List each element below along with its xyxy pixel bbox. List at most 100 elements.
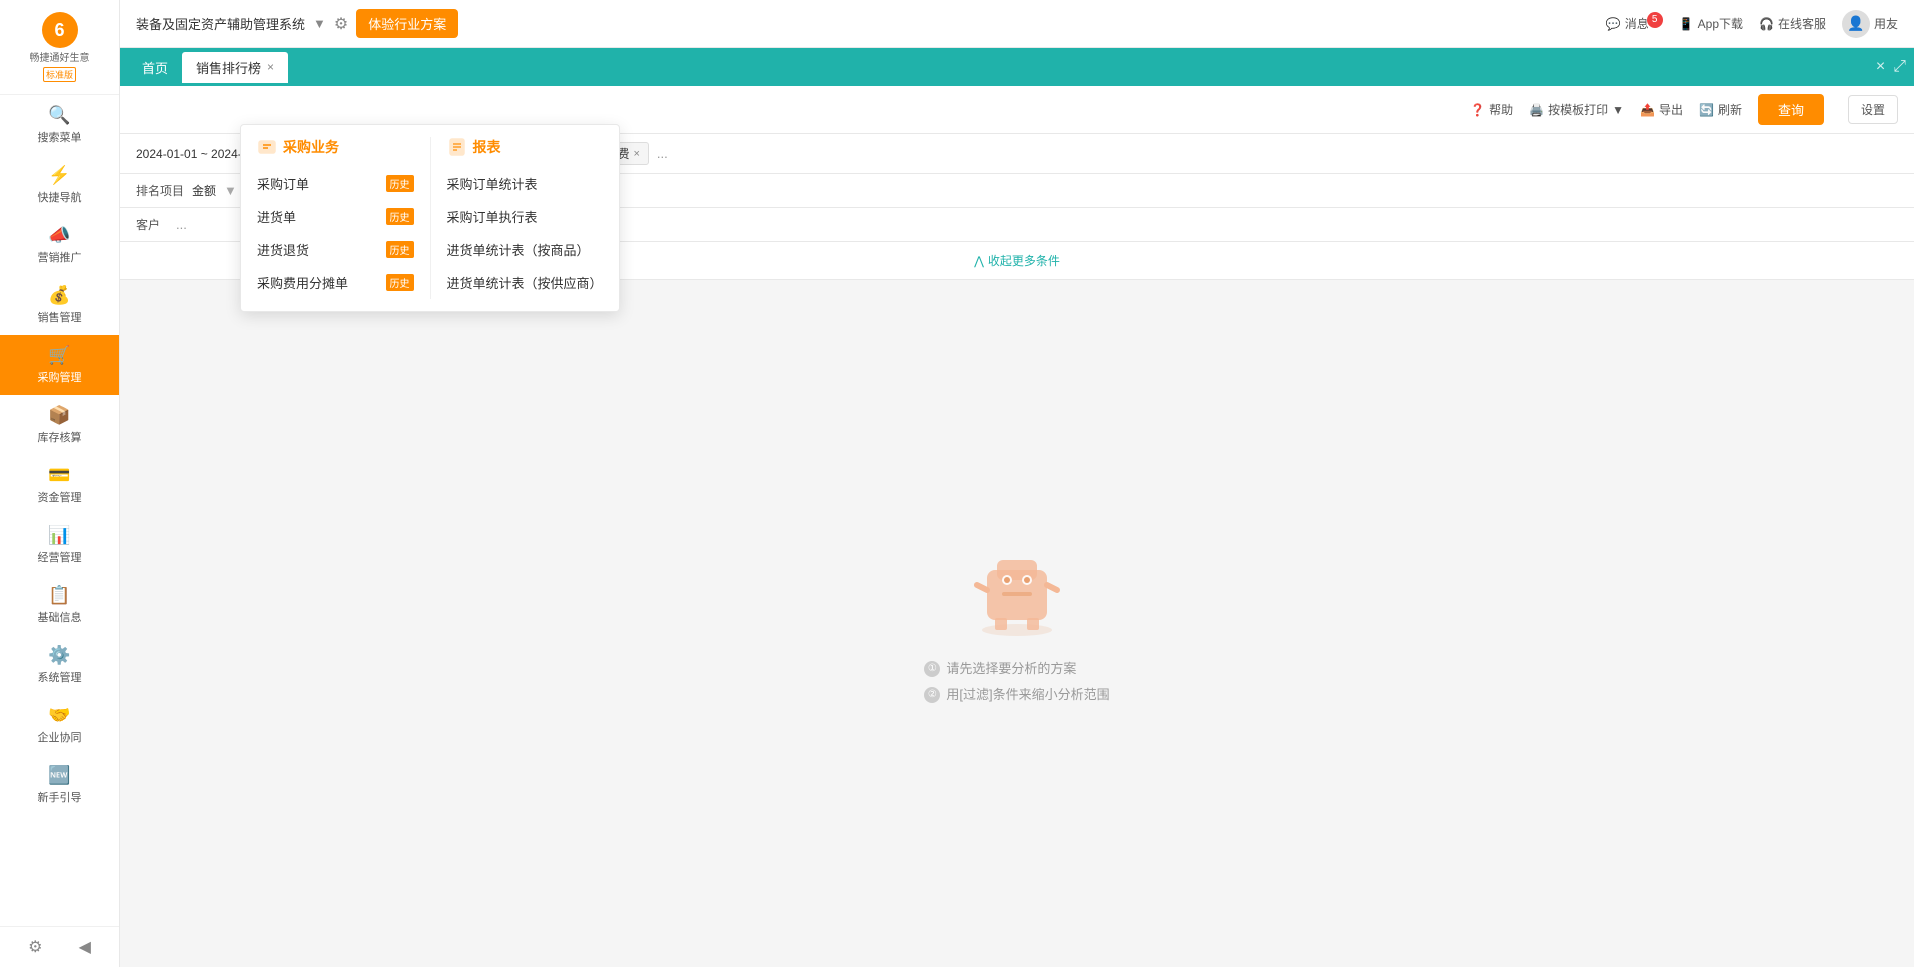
dropdown-title-purchase-label: 采购业务 bbox=[283, 137, 339, 157]
refresh-btn[interactable]: 🔄 刷新 bbox=[1699, 101, 1742, 118]
window-expand-icon[interactable]: ⤢ bbox=[1893, 58, 1906, 76]
inventory-icon: 📦 bbox=[48, 405, 70, 426]
content-area: ❓ 帮助 🖨️ 按模板打印 ▼ 📤 导出 🔄 刷新 查询 设置 bbox=[120, 86, 1914, 967]
tab-sales-rank[interactable]: 销售排行榜 × bbox=[182, 52, 288, 83]
empty-hint-2: ② 用[过滤]条件来缩小分析范围 bbox=[924, 682, 1109, 708]
hint-num-1: ① bbox=[924, 661, 940, 677]
dropdown-item-inbound-goods[interactable]: 进货单统计表（按商品） bbox=[443, 233, 608, 266]
sidebar-footer: ⚙ ◀ bbox=[0, 926, 119, 967]
headset-icon: 🎧 bbox=[1759, 17, 1774, 31]
dropdown-item-inbound-supplier[interactable]: 进货单统计表（按供应商） bbox=[443, 266, 608, 299]
empty-hints: ① 请先选择要分析的方案 ② 用[过滤]条件来缩小分析范围 bbox=[924, 656, 1109, 708]
sales-icon: 💰 bbox=[48, 285, 70, 306]
dropdown-item-order-stat[interactable]: 采购订单统计表 bbox=[443, 167, 608, 200]
header-left: 装备及固定资产辅助管理系统 ▼ ⚙ 体验行业方案 bbox=[136, 9, 458, 38]
hint-num-2: ② bbox=[924, 687, 940, 703]
tab-close-icon[interactable]: × bbox=[267, 60, 274, 74]
sidebar-item-system[interactable]: ⚙️ 系统管理 bbox=[0, 635, 119, 695]
hint-text-2: 用[过滤]条件来缩小分析范围 bbox=[946, 682, 1109, 708]
message-icon: 💬 bbox=[1606, 17, 1621, 31]
sidebar-item-operation[interactable]: 📊 经营管理 bbox=[0, 515, 119, 575]
tab-bar: 首页 销售排行榜 × × ⤢ bbox=[120, 48, 1914, 86]
empty-state: ① 请先选择要分析的方案 ② 用[过滤]条件来缩小分析范围 bbox=[120, 280, 1914, 967]
sidebar-label-guide: 新手引导 bbox=[38, 789, 82, 805]
logo-badge: 标准版 bbox=[43, 67, 76, 82]
goods-tag-close[interactable]: × bbox=[633, 148, 639, 160]
customer-more[interactable]: ... bbox=[176, 217, 187, 232]
export-btn[interactable]: 📤 导出 bbox=[1640, 101, 1683, 118]
template-print-label: 按模板打印 bbox=[1548, 101, 1608, 118]
logo-icon: 6 bbox=[42, 12, 78, 48]
sidebar-item-marketing[interactable]: 📣 营销推广 bbox=[0, 215, 119, 275]
dropdown-title-report-label: 报表 bbox=[473, 137, 501, 157]
sidebar-item-purchase[interactable]: 🛒 采购管理 bbox=[0, 335, 119, 395]
customer-label: 客户 bbox=[136, 216, 160, 233]
user-btn[interactable]: 👤 用友 bbox=[1842, 10, 1898, 38]
sidebar-item-inventory[interactable]: 📦 库存核算 bbox=[0, 395, 119, 455]
setting-button[interactable]: 设置 bbox=[1848, 95, 1898, 124]
dropdown-item-return[interactable]: 进货退货 历史 bbox=[253, 233, 418, 266]
query-button[interactable]: 查询 bbox=[1758, 94, 1824, 125]
sidebar-label-operation: 经营管理 bbox=[38, 549, 82, 565]
dropdown-title-purchase: 采购业务 bbox=[253, 137, 418, 157]
sidebar-item-sales[interactable]: 💰 销售管理 bbox=[0, 275, 119, 335]
collapse-up-icon: ⋀ bbox=[974, 254, 984, 268]
dropdown-item-inbound[interactable]: 进货单 历史 bbox=[253, 200, 418, 233]
ranking-dropdown-icon[interactable]: ▼ bbox=[224, 183, 237, 198]
header-actions: 💬 消息 5 📱 App下载 🎧 在线客服 👤 用友 bbox=[1606, 10, 1898, 38]
dropdown-item-purchase-order[interactable]: 采购订单 历史 bbox=[253, 167, 418, 200]
sidebar-item-basic[interactable]: 📋 基础信息 bbox=[0, 575, 119, 635]
dropdown-menu: 采购业务 采购订单 历史 进货单 历史 进货退货 历史 bbox=[240, 124, 620, 312]
sidebar-item-search[interactable]: 🔍 搜索菜单 bbox=[0, 95, 119, 155]
export-icon: 📤 bbox=[1640, 103, 1655, 117]
help-btn[interactable]: ❓ 帮助 bbox=[1470, 101, 1513, 118]
window-close-icon[interactable]: × bbox=[1876, 58, 1885, 76]
industry-btn[interactable]: 体验行业方案 bbox=[356, 9, 458, 38]
quicknav-icon: ⚡ bbox=[48, 165, 70, 186]
settings-icon[interactable]: ⚙ bbox=[334, 14, 348, 34]
collapse-sidebar-btn[interactable]: ◀ bbox=[79, 937, 91, 957]
marketing-icon: 📣 bbox=[48, 225, 70, 246]
help-label: 帮助 bbox=[1489, 101, 1513, 118]
phone-icon: 📱 bbox=[1679, 17, 1694, 31]
avatar: 👤 bbox=[1842, 10, 1870, 38]
online-service-btn[interactable]: 🎧 在线客服 bbox=[1759, 15, 1826, 32]
help-icon: ❓ bbox=[1470, 103, 1485, 117]
sidebar-item-cooperation[interactable]: 🤝 企业协同 bbox=[0, 695, 119, 755]
message-badge: 5 bbox=[1647, 12, 1663, 28]
sidebar-label-cooperation: 企业协同 bbox=[38, 729, 82, 745]
template-print-btn[interactable]: 🖨️ 按模板打印 ▼ bbox=[1529, 101, 1624, 118]
dropdown-item-expense[interactable]: 采购费用分摊单 历史 bbox=[253, 266, 418, 299]
app-download-btn[interactable]: 📱 App下载 bbox=[1679, 15, 1743, 32]
ranking-value: 金额 bbox=[192, 182, 216, 199]
tab-home[interactable]: 首页 bbox=[128, 52, 182, 83]
sidebar-item-guide[interactable]: 🆕 新手引导 bbox=[0, 755, 119, 815]
guide-icon: 🆕 bbox=[48, 765, 70, 786]
dropdown-arrow-icon[interactable]: ▼ bbox=[313, 16, 326, 31]
dropdown-title-report: 报表 bbox=[443, 137, 608, 157]
sidebar-label-inventory: 库存核算 bbox=[38, 429, 82, 445]
app-download-label: App下载 bbox=[1698, 15, 1743, 32]
sidebar-label-search: 搜索菜单 bbox=[38, 129, 82, 145]
goods-more[interactable]: ... bbox=[657, 146, 668, 161]
sidebar-item-quicknav[interactable]: ⚡ 快捷导航 bbox=[0, 155, 119, 215]
sidebar-label-sales: 销售管理 bbox=[38, 309, 82, 325]
logo-text: 畅捷通好生意 bbox=[30, 52, 90, 65]
sidebar-label-finance: 资金管理 bbox=[38, 489, 82, 505]
dropdown-item-r3: 进货单统计表（按供应商） bbox=[447, 273, 603, 292]
dropdown-item-order-exec[interactable]: 采购订单执行表 bbox=[443, 200, 608, 233]
tab-home-label: 首页 bbox=[142, 58, 168, 77]
message-label: 消息 bbox=[1625, 15, 1649, 32]
collapse-label: 收起更多条件 bbox=[988, 252, 1060, 269]
report-menu-icon bbox=[447, 137, 467, 157]
system-icon: ⚙️ bbox=[48, 645, 70, 666]
collapse-btn[interactable]: ⋀ 收起更多条件 bbox=[974, 252, 1060, 269]
settings-footer-btn[interactable]: ⚙ bbox=[28, 937, 42, 957]
history-badge-2: 历史 bbox=[386, 241, 414, 258]
sidebar-item-finance[interactable]: 💳 资金管理 bbox=[0, 455, 119, 515]
sidebar-label-basic: 基础信息 bbox=[38, 609, 82, 625]
hint-text-1: 请先选择要分析的方案 bbox=[946, 656, 1076, 682]
message-btn[interactable]: 💬 消息 5 bbox=[1606, 15, 1663, 32]
main-content: 装备及固定资产辅助管理系统 ▼ ⚙ 体验行业方案 💬 消息 5 📱 App下载 … bbox=[120, 0, 1914, 967]
system-title: 装备及固定资产辅助管理系统 bbox=[136, 14, 305, 33]
